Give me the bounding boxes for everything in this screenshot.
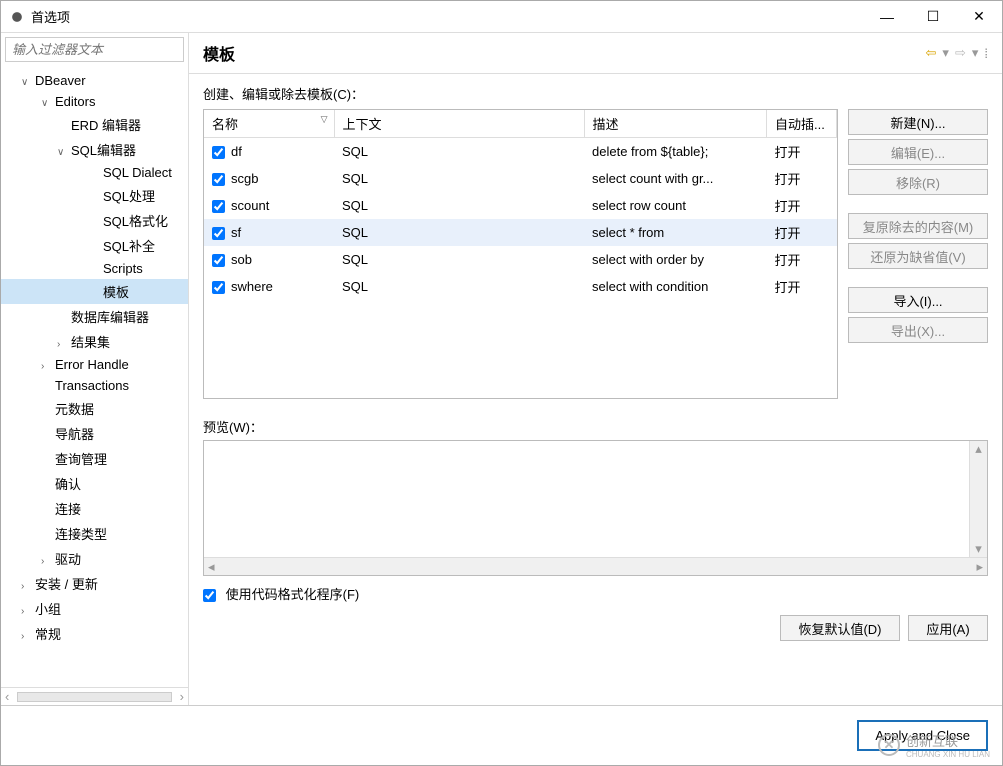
tree-item[interactable]: ERD 编辑器 (1, 112, 188, 137)
page-title: 模板 (203, 41, 926, 65)
row-checkbox[interactable] (212, 173, 225, 186)
row-checkbox[interactable] (212, 200, 225, 213)
tree-item[interactable]: ›安装 / 更新 (1, 571, 188, 596)
sidebar: ∨DBeaver∨EditorsERD 编辑器∨SQL编辑器SQL Dialec… (1, 33, 189, 705)
tree-item[interactable]: ›Error Handle (1, 354, 188, 375)
preview-vscroll[interactable]: ▴▾ (969, 441, 987, 557)
row-checkbox[interactable] (212, 146, 225, 159)
forward-icon[interactable]: ⇨ (955, 45, 966, 61)
tree-item[interactable]: 数据库编辑器 (1, 304, 188, 329)
tree-item[interactable]: ›小组 (1, 596, 188, 621)
tree-item[interactable]: 模板 (1, 279, 188, 304)
tree: ∨DBeaver∨EditorsERD 编辑器∨SQL编辑器SQL Dialec… (1, 66, 188, 687)
remove-button[interactable]: 移除(R) (848, 169, 988, 195)
formatter-checkbox[interactable]: 使用代码格式化程序(F) (203, 587, 359, 602)
tree-item[interactable]: ∨DBeaver (1, 70, 188, 91)
close-button[interactable]: ✕ (956, 1, 1002, 33)
new-button[interactable]: 新建(N)... (848, 109, 988, 135)
tree-item[interactable]: ›常规 (1, 621, 188, 646)
table-row[interactable]: sobSQLselect with order by打开 (204, 246, 837, 273)
table-row[interactable]: dfSQLdelete from ${table};打开 (204, 138, 837, 166)
row-checkbox[interactable] (212, 254, 225, 267)
tree-item[interactable]: 元数据 (1, 396, 188, 421)
table-row[interactable]: scgbSQLselect count with gr...打开 (204, 165, 837, 192)
row-checkbox[interactable] (212, 227, 225, 240)
tree-item[interactable]: SQL补全 (1, 233, 188, 258)
preview-label: 预览(W)： (203, 417, 988, 436)
tree-item[interactable]: ›驱动 (1, 546, 188, 571)
window-title: 首选项 (31, 7, 864, 26)
col-desc[interactable]: 描述 (584, 110, 767, 138)
section-label: 创建、编辑或除去模板(C)： (203, 84, 988, 103)
tree-item[interactable]: 连接类型 (1, 521, 188, 546)
filter-input[interactable] (5, 37, 184, 62)
tree-item[interactable]: 连接 (1, 496, 188, 521)
preview-area[interactable]: ▴▾ ◂▸ (203, 440, 988, 576)
restore-removed-button[interactable]: 复原除去的内容(M) (848, 213, 988, 239)
revert-button[interactable]: 还原为缺省值(V) (848, 243, 988, 269)
maximize-button[interactable]: ☐ (910, 1, 956, 33)
menu-icon[interactable]: ⁞ (984, 46, 988, 61)
table-row[interactable]: sfSQLselect * from打开 (204, 219, 837, 246)
table-row[interactable]: swhereSQLselect with condition打开 (204, 273, 837, 300)
tree-item[interactable]: SQL格式化 (1, 208, 188, 233)
table-row[interactable]: scountSQLselect row count打开 (204, 192, 837, 219)
preview-hscroll[interactable]: ◂▸ (204, 557, 987, 575)
row-checkbox[interactable] (212, 281, 225, 294)
col-name[interactable]: 名称▽ (204, 110, 334, 138)
apply-button[interactable]: 应用(A) (908, 615, 988, 641)
minimize-button[interactable]: ― (864, 1, 910, 33)
tree-item[interactable]: ›结果集 (1, 329, 188, 354)
sidebar-scrollbar[interactable]: ‹› (1, 687, 188, 705)
forward-menu-icon[interactable]: ▾ (972, 45, 979, 61)
formatter-checkbox-input[interactable] (203, 589, 216, 602)
tree-item[interactable]: Transactions (1, 375, 188, 396)
restore-defaults-button[interactable]: 恢复默认值(D) (780, 615, 900, 641)
app-icon (9, 9, 25, 25)
export-button[interactable]: 导出(X)... (848, 317, 988, 343)
apply-and-close-button[interactable]: Apply and Close (857, 720, 988, 751)
tree-item[interactable]: ∨SQL编辑器 (1, 137, 188, 162)
back-icon[interactable]: ⇦ (926, 45, 937, 61)
col-auto[interactable]: 自动插... (767, 110, 837, 138)
import-button[interactable]: 导入(I)... (848, 287, 988, 313)
tree-item[interactable]: SQL处理 (1, 183, 188, 208)
tree-item[interactable]: SQL Dialect (1, 162, 188, 183)
tree-item[interactable]: 查询管理 (1, 446, 188, 471)
titlebar: 首选项 ― ☐ ✕ (1, 1, 1002, 33)
templates-table[interactable]: 名称▽ 上下文 描述 自动插... dfSQLdelete from ${tab… (203, 109, 838, 399)
edit-button[interactable]: 编辑(E)... (848, 139, 988, 165)
tree-item[interactable]: Scripts (1, 258, 188, 279)
col-context[interactable]: 上下文 (334, 110, 584, 138)
tree-item[interactable]: ∨Editors (1, 91, 188, 112)
tree-item[interactable]: 导航器 (1, 421, 188, 446)
back-menu-icon[interactable]: ▾ (942, 45, 949, 61)
tree-item[interactable]: 确认 (1, 471, 188, 496)
